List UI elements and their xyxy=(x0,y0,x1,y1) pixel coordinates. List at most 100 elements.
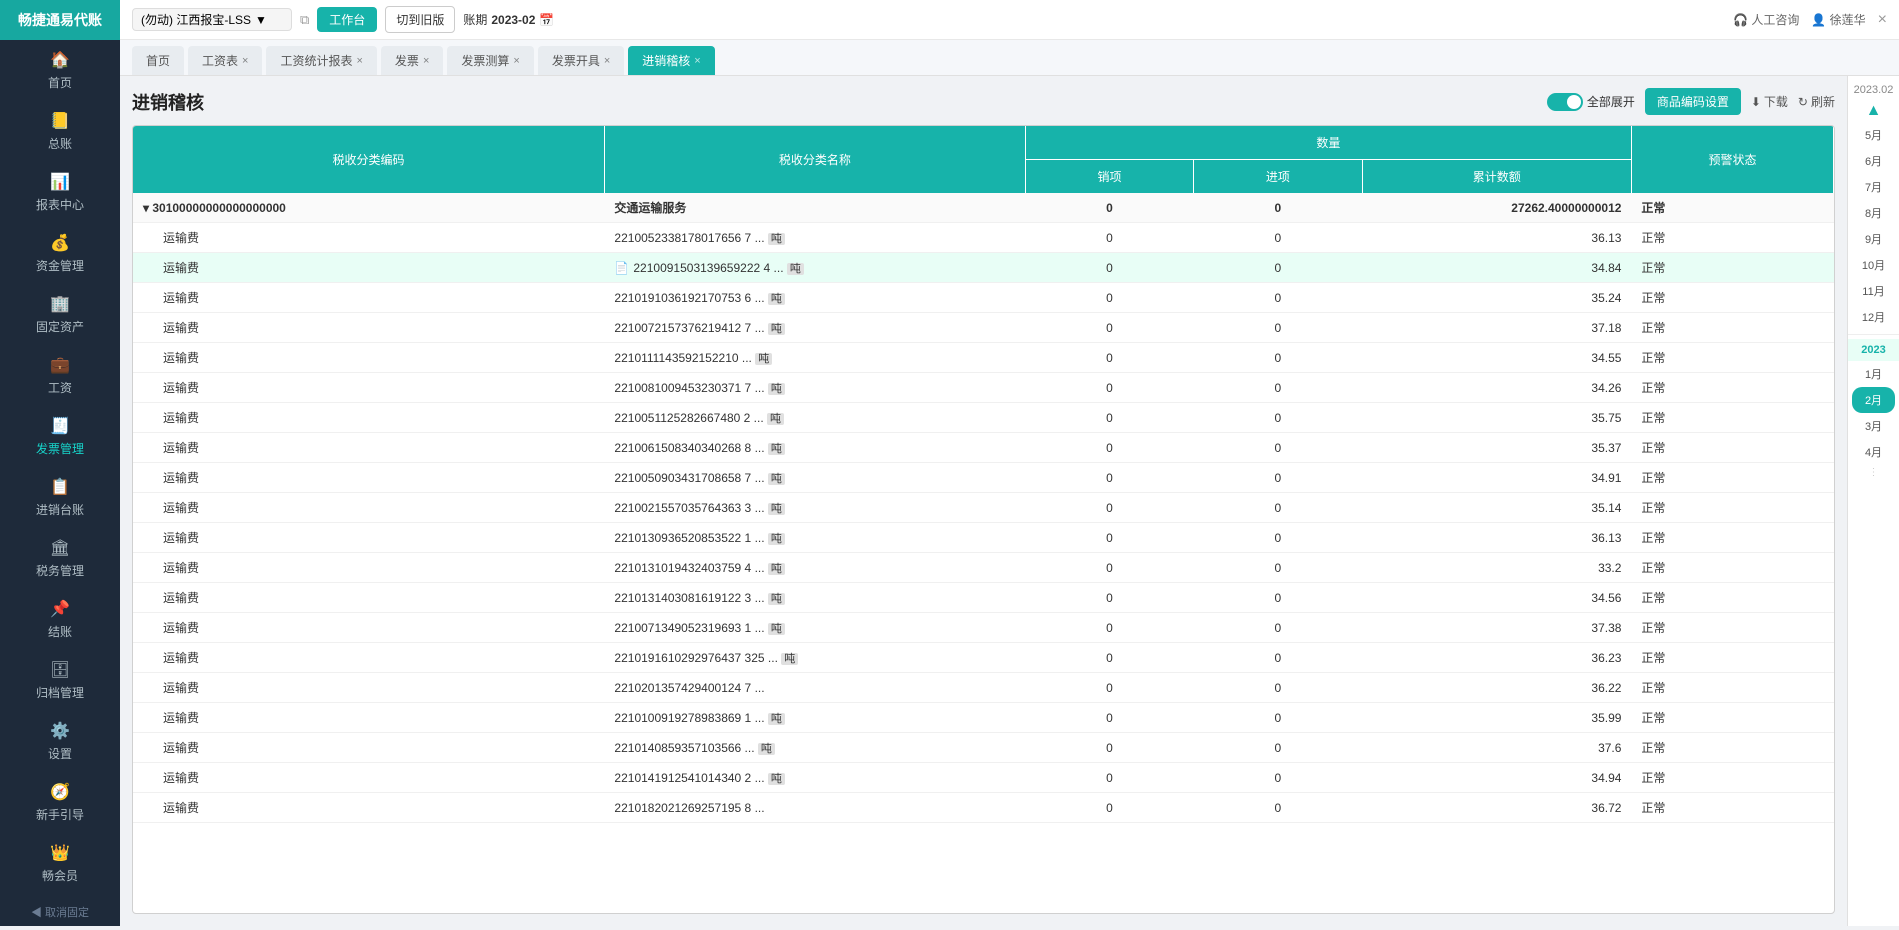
item-invoice: 2210191036192170753 6 ... 吨 xyxy=(604,283,1025,313)
group-sale: 0 xyxy=(1025,193,1193,223)
month-3[interactable]: 3月 xyxy=(1848,413,1899,439)
page-header: 进销稽核 全部展开 商品编码设置 ⬇ 下载 ↻ 刷 xyxy=(132,88,1835,115)
item-name: 运输费 xyxy=(133,403,604,433)
year-2023[interactable]: 2023 xyxy=(1848,339,1899,361)
month-11[interactable]: 11月 xyxy=(1848,278,1899,304)
item-purchase: 0 xyxy=(1194,703,1362,733)
tab-payroll-report[interactable]: 工资统计报表 × xyxy=(266,46,376,75)
toggle-thumb xyxy=(1567,95,1581,109)
sidebar-pin[interactable]: ◀ 取消固定 xyxy=(0,894,120,930)
settings-button[interactable]: 商品编码设置 xyxy=(1645,88,1741,115)
company-selector[interactable]: (勿动) 江西报宝-LSS ▼ xyxy=(132,8,292,31)
scroll-up-arrow[interactable]: ▲ xyxy=(1848,100,1899,122)
item-sale: 0 xyxy=(1025,253,1193,283)
item-status: 正常 xyxy=(1631,223,1833,253)
col-status: 预警状态 xyxy=(1631,126,1833,193)
item-invoice: 2210100919278983869 1 ... 吨 xyxy=(604,703,1025,733)
item-sale: 0 xyxy=(1025,373,1193,403)
item-sale: 0 xyxy=(1025,673,1193,703)
month-5[interactable]: 5月 xyxy=(1848,122,1899,148)
period-label: 账期 2023-02 📅 xyxy=(463,11,554,28)
sidebar-item-label: 设置 xyxy=(48,745,72,762)
item-purchase: 0 xyxy=(1194,793,1362,823)
sidebar-item-guide[interactable]: 🧭 新手引导 xyxy=(0,772,120,833)
calendar-icon[interactable]: 📅 xyxy=(539,13,554,27)
table-row: 运输费 2210182021269257195 8 ... 0 0 36.72 … xyxy=(133,793,1834,823)
close-button[interactable]: × xyxy=(1878,11,1887,29)
support-label[interactable]: 🎧 人工咨询 xyxy=(1733,11,1799,28)
item-name: 运输费 xyxy=(133,583,604,613)
toggle-track[interactable] xyxy=(1547,93,1583,111)
month-4[interactable]: 4月 xyxy=(1848,439,1899,465)
sidebar-item-home[interactable]: 🏠 首页 xyxy=(0,40,120,101)
tab-close-invoice[interactable]: × xyxy=(423,55,429,67)
tab-close-payroll-report[interactable]: × xyxy=(356,55,362,67)
item-name: 运输费 xyxy=(133,763,604,793)
sidebar-item-member[interactable]: 👑 畅会员 xyxy=(0,833,120,894)
item-name: 运输费 xyxy=(133,793,604,823)
workbench-button[interactable]: 工作台 xyxy=(317,7,377,32)
item-sale: 0 xyxy=(1025,703,1193,733)
sidebar-item-close[interactable]: 📌 结账 xyxy=(0,589,120,650)
month-7[interactable]: 7月 xyxy=(1848,174,1899,200)
member-icon: 👑 xyxy=(50,843,70,863)
sidebar-item-ledger[interactable]: 📒 总账 xyxy=(0,101,120,162)
sidebar-item-settings[interactable]: ⚙️ 设置 xyxy=(0,711,120,772)
month-10[interactable]: 10月 xyxy=(1848,252,1899,278)
sidebar: 畅捷通易代账 🏠 首页 📒 总账 📊 报表中心 💰 资金管理 🏢 固定资产 💼 … xyxy=(0,0,120,926)
sidebar-item-assets[interactable]: 🏢 固定资产 xyxy=(0,284,120,345)
item-sale: 0 xyxy=(1025,613,1193,643)
tab-invoice-issue[interactable]: 发票开具 × xyxy=(538,46,624,75)
tab-close-invoice-calc[interactable]: × xyxy=(513,55,519,67)
month-9[interactable]: 9月 xyxy=(1848,226,1899,252)
item-status: 正常 xyxy=(1631,313,1833,343)
tab-close-payroll[interactable]: × xyxy=(242,55,248,67)
month-6[interactable]: 6月 xyxy=(1848,148,1899,174)
refresh-button[interactable]: ↻ 刷新 xyxy=(1798,93,1835,110)
download-button[interactable]: ⬇ 下载 xyxy=(1751,93,1788,110)
switch-version-button[interactable]: 切到旧版 xyxy=(385,6,455,33)
item-name: 运输费 xyxy=(133,523,604,553)
sidebar-item-funds[interactable]: 💰 资金管理 xyxy=(0,223,120,284)
item-invoice: 2210021557035764363 3 ... 吨 xyxy=(604,493,1025,523)
item-status: 正常 xyxy=(1631,583,1833,613)
month-2[interactable]: 2月 xyxy=(1852,387,1895,413)
expand-toggle[interactable]: 全部展开 xyxy=(1547,93,1635,111)
sidebar-item-payroll[interactable]: 💼 工资 xyxy=(0,345,120,406)
item-name: 运输费 xyxy=(133,463,604,493)
tab-payroll[interactable]: 工资表 × xyxy=(188,46,262,75)
tab-home[interactable]: 首页 xyxy=(132,46,184,75)
table-row: 运输费 2210072157376219412 7 ... 吨 0 0 37.1… xyxy=(133,313,1834,343)
tab-close-reconcile[interactable]: × xyxy=(694,55,700,67)
sidebar-item-invoice[interactable]: 🧾 发票管理 xyxy=(0,406,120,467)
copy-icon[interactable]: ⧉ xyxy=(300,12,309,28)
settings-icon: ⚙️ xyxy=(50,721,70,741)
item-invoice: 2210051125282667480 2 ... 吨 xyxy=(604,403,1025,433)
tab-invoice[interactable]: 发票 × xyxy=(381,46,443,75)
item-status: 正常 xyxy=(1631,403,1833,433)
payroll-icon: 💼 xyxy=(50,355,70,375)
sidebar-item-reports[interactable]: 📊 报表中心 xyxy=(0,162,120,223)
period-value: 2023-02 xyxy=(491,13,535,27)
tab-close-invoice-issue[interactable]: × xyxy=(604,55,610,67)
month-12[interactable]: 12月 xyxy=(1848,304,1899,330)
sidebar-item-archive[interactable]: 🗄 归档管理 xyxy=(0,650,120,711)
item-name: 运输费 xyxy=(133,493,604,523)
sidebar-item-tax[interactable]: 🏛 税务管理 xyxy=(0,528,120,589)
sidebar-item-purchase-ledger[interactable]: 📋 进销台账 xyxy=(0,467,120,528)
table-row: 运输费 2210191610292976437 325 ... 吨 0 0 36… xyxy=(133,643,1834,673)
month-1[interactable]: 1月 xyxy=(1848,361,1899,387)
file-icon: 📄 xyxy=(614,261,629,275)
tab-invoice-calc[interactable]: 发票测算 × xyxy=(447,46,533,75)
col-tax-code: 税收分类编码 xyxy=(133,126,604,193)
item-cumulative: 35.37 xyxy=(1362,433,1631,463)
month-8[interactable]: 8月 xyxy=(1848,200,1899,226)
item-sale: 0 xyxy=(1025,433,1193,463)
item-status: 正常 xyxy=(1631,253,1833,283)
item-purchase: 0 xyxy=(1194,223,1362,253)
item-name: 运输费 xyxy=(133,373,604,403)
item-invoice: 2210140859357103566 ... 吨 xyxy=(604,733,1025,763)
tax-icon: 🏛 xyxy=(50,538,70,558)
tab-reconcile[interactable]: 进销稽核 × xyxy=(628,46,714,75)
user-label[interactable]: 👤 徐莲华 xyxy=(1811,11,1865,28)
